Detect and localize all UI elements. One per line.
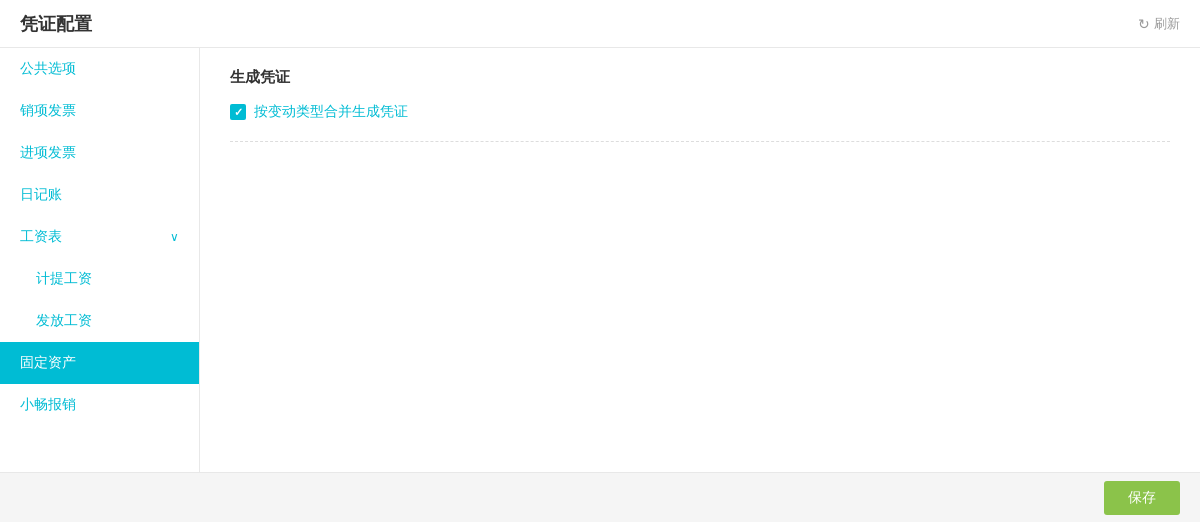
checkbox-label: 按变动类型合并生成凭证: [254, 103, 408, 121]
chevron-down-icon: ∨: [170, 230, 179, 244]
page-title: 凭证配置: [20, 12, 92, 36]
content-area: 生成凭证 按变动类型合并生成凭证: [200, 48, 1200, 472]
sidebar-item-label: 公共选项: [20, 60, 76, 78]
sidebar-item-label: 计提工资: [36, 270, 92, 288]
sidebar-item-purchase-invoice[interactable]: 进项发票: [0, 132, 199, 174]
sidebar-item-fixed-assets[interactable]: 固定资产: [0, 342, 199, 384]
sidebar-item-label: 固定资产: [20, 354, 76, 372]
sidebar-item-label: 销项发票: [20, 102, 76, 120]
checkbox-row: 按变动类型合并生成凭证: [230, 103, 1170, 121]
refresh-button[interactable]: ↻ 刷新: [1138, 15, 1180, 33]
sidebar-item-label: 日记账: [20, 186, 62, 204]
section-divider: [230, 141, 1170, 142]
save-button[interactable]: 保存: [1104, 481, 1180, 515]
sidebar-item-pay-wage[interactable]: 发放工资: [0, 300, 199, 342]
sidebar-item-expense-report[interactable]: 小畅报销: [0, 384, 199, 426]
sidebar-item-label: 进项发票: [20, 144, 76, 162]
footer: 保存: [0, 472, 1200, 522]
main-layout: 公共选项 销项发票 进项发票 日记账 工资表 ∨ 计提工资 发放工资 固定资产 …: [0, 48, 1200, 472]
refresh-label: 刷新: [1154, 15, 1180, 33]
sidebar-item-journal[interactable]: 日记账: [0, 174, 199, 216]
sidebar-item-label: 小畅报销: [20, 396, 76, 414]
sidebar-item-public-options[interactable]: 公共选项: [0, 48, 199, 90]
header: 凭证配置 ↻ 刷新: [0, 0, 1200, 48]
sidebar-item-payroll-table[interactable]: 工资表 ∨: [0, 216, 199, 258]
sidebar-item-label: 工资表: [20, 228, 62, 246]
merge-checkbox[interactable]: [230, 104, 246, 120]
refresh-icon: ↻: [1138, 16, 1150, 32]
section-title: 生成凭证: [230, 68, 1170, 87]
sidebar-item-sales-invoice[interactable]: 销项发票: [0, 90, 199, 132]
sidebar: 公共选项 销项发票 进项发票 日记账 工资表 ∨ 计提工资 发放工资 固定资产 …: [0, 48, 200, 472]
sidebar-item-label: 发放工资: [36, 312, 92, 330]
sidebar-item-calc-wage[interactable]: 计提工资: [0, 258, 199, 300]
